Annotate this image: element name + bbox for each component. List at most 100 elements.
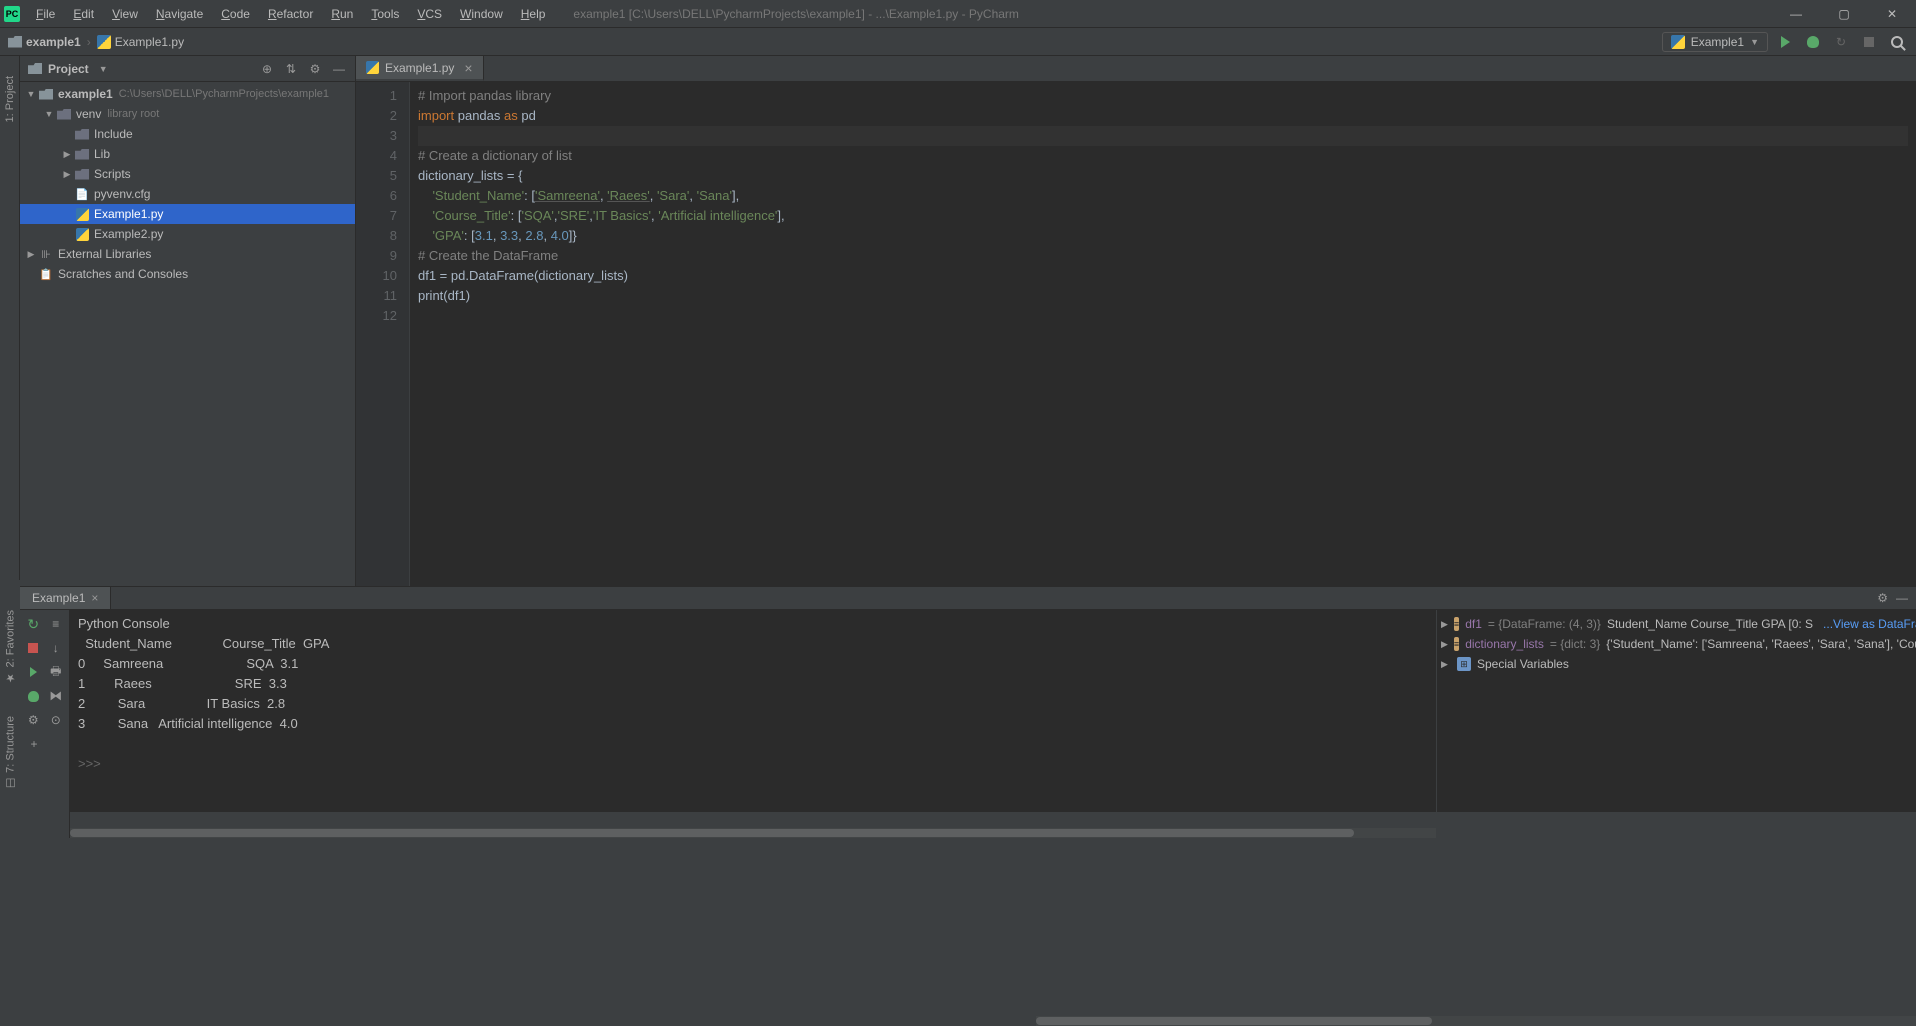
gutter[interactable]: 123456789101112 xyxy=(356,82,410,586)
hide-button[interactable]: — xyxy=(1896,591,1908,605)
project-panel-title: Project xyxy=(48,62,89,76)
code-content[interactable]: # Import pandas libraryimport pandas as … xyxy=(410,82,1916,586)
expand-arrow-icon[interactable]: ▼ xyxy=(42,109,56,119)
tree-file-example2-py[interactable]: Example2.py xyxy=(20,224,355,244)
maximize-button[interactable]: ▢ xyxy=(1824,0,1864,28)
menu-refactor[interactable]: Refactor xyxy=(260,3,321,25)
variable-dictionary-lists[interactable]: ▶ ≡ dictionary_lists = {dict: 3} {'Stude… xyxy=(1441,634,1912,654)
run-config-selector[interactable]: Example1 ▼ xyxy=(1662,32,1768,52)
editor-tab[interactable]: Example1.py × xyxy=(356,56,484,81)
menu-tools[interactable]: Tools xyxy=(363,3,407,25)
variable-special[interactable]: ▶ ⊞ Special Variables xyxy=(1441,654,1912,674)
run-button[interactable] xyxy=(1774,31,1796,53)
view-as-dataframe-link[interactable]: ...View as DataFrame xyxy=(1823,617,1916,631)
close-tab-button[interactable]: × xyxy=(464,60,472,76)
variable-name: df1 xyxy=(1465,617,1482,631)
settings-button[interactable]: ⚙ xyxy=(1877,591,1888,605)
tree-file-example1-py[interactable]: Example1.py xyxy=(20,204,355,224)
tree-label: venv xyxy=(76,107,101,121)
menu-help[interactable]: Help xyxy=(513,3,554,25)
tree-item-pyvenv-cfg[interactable]: 📄 pyvenv.cfg xyxy=(20,184,355,204)
menu-window[interactable]: Window xyxy=(452,3,511,25)
console-tab[interactable]: Example1 × xyxy=(20,587,111,609)
stop-button[interactable] xyxy=(24,638,43,658)
close-button[interactable]: ✕ xyxy=(1872,0,1912,28)
editor-area: Example1.py × 123456789101112 # Import p… xyxy=(356,56,1916,586)
structure-tool-button[interactable]: ◫7: Structure xyxy=(4,716,17,790)
show-variables-button[interactable]: ⧓ xyxy=(47,686,66,706)
folder-icon xyxy=(39,89,53,100)
minimize-button[interactable]: — xyxy=(1776,0,1816,28)
project-tree[interactable]: ▼ example1 C:\Users\DELL\PycharmProjects… xyxy=(20,82,355,586)
rerun-button[interactable]: ↻ xyxy=(24,614,43,634)
tree-item-include[interactable]: Include xyxy=(20,124,355,144)
coverage-button[interactable]: ↻ xyxy=(1830,31,1852,53)
settings-button[interactable]: ⚙ xyxy=(307,61,323,77)
tree-label-extra: library root xyxy=(107,108,159,120)
menu-vcs[interactable]: VCS xyxy=(409,3,450,25)
menu-view[interactable]: View xyxy=(104,3,146,25)
expand-arrow-icon[interactable]: ▶ xyxy=(1441,659,1451,670)
menu-file[interactable]: File xyxy=(28,3,63,25)
variable-value: Student_Name Course_Title GPA [0: S xyxy=(1607,617,1813,631)
breadcrumb-file[interactable]: Example1.py xyxy=(115,35,184,49)
expand-arrow-icon[interactable]: ▶ xyxy=(60,149,74,160)
stop-icon xyxy=(28,643,38,653)
locate-button[interactable]: ⊕ xyxy=(259,61,275,77)
run-button[interactable] xyxy=(24,662,43,682)
settings-button[interactable]: ⚙ xyxy=(24,710,43,730)
project-tool-button[interactable]: 1: Project xyxy=(4,76,16,122)
scroll-to-end-button[interactable]: ↓ xyxy=(47,638,66,658)
attach-debugger-button[interactable] xyxy=(24,686,43,706)
toggle-soft-wrap-button[interactable]: ≡ xyxy=(47,614,66,634)
hide-button[interactable]: — xyxy=(331,61,347,77)
expand-arrow-icon[interactable]: ▶ xyxy=(1441,619,1448,630)
expand-arrow-icon[interactable]: ▼ xyxy=(24,89,38,99)
python-file-icon xyxy=(97,35,111,49)
new-console-button[interactable]: + xyxy=(24,734,44,754)
project-panel: Project ▼ ⊕ ⇅ ⚙ — ▼ example1 C:\Users\DE… xyxy=(20,56,356,586)
menubar: FileEditViewNavigateCodeRefactorRunTools… xyxy=(28,3,553,25)
python-icon xyxy=(1671,35,1685,49)
menu-edit[interactable]: Edit xyxy=(65,3,102,25)
menu-code[interactable]: Code xyxy=(213,3,258,25)
variable-df1[interactable]: ▶ ≡ df1 = {DataFrame: (4, 3)} Student_Na… xyxy=(1441,614,1912,634)
tree-scratches[interactable]: 📋 Scratches and Consoles xyxy=(20,264,355,284)
close-tab-button[interactable]: × xyxy=(91,591,98,605)
titlebar: PC FileEditViewNavigateCodeRefactorRunTo… xyxy=(0,0,1916,28)
tree-project-root[interactable]: ▼ example1 C:\Users\DELL\PycharmProjects… xyxy=(20,84,355,104)
tree-item-lib[interactable]: ▶ Lib xyxy=(20,144,355,164)
project-panel-header: Project ▼ ⊕ ⇅ ⚙ — xyxy=(20,56,355,82)
tree-label: Example2.py xyxy=(94,227,163,241)
menu-navigate[interactable]: Navigate xyxy=(148,3,211,25)
breadcrumb-project[interactable]: example1 xyxy=(26,35,81,49)
expand-arrow-icon[interactable]: ▶ xyxy=(60,169,74,180)
variables-panel[interactable]: ▶ ≡ df1 = {DataFrame: (4, 3)} Student_Na… xyxy=(1436,610,1916,838)
folder-icon xyxy=(57,109,71,120)
tree-venv[interactable]: ▼ venv library root xyxy=(20,104,355,124)
editor-tabs: Example1.py × xyxy=(356,56,1916,82)
search-icon xyxy=(1891,36,1903,48)
chevron-down-icon[interactable]: ▼ xyxy=(99,64,108,74)
search-everywhere-button[interactable] xyxy=(1886,31,1908,53)
print-button[interactable]: 🖶 xyxy=(47,662,66,682)
favorites-tool-button[interactable]: ★2: Favorites xyxy=(4,610,17,684)
left-bottom-strip: ★2: Favorites ◫7: Structure xyxy=(0,580,20,810)
expand-arrow-icon[interactable]: ▶ xyxy=(1441,639,1448,650)
tree-item-scripts[interactable]: ▶ Scripts xyxy=(20,164,355,184)
tree-external-libraries[interactable]: ▶ ⊪ External Libraries xyxy=(20,244,355,264)
stop-button[interactable] xyxy=(1858,31,1880,53)
console-output[interactable]: Python Console Student_Name Course_Title… xyxy=(70,610,1436,838)
window-title: example1 [C:\Users\DELL\PycharmProjects\… xyxy=(573,7,1019,21)
horizontal-scrollbar[interactable] xyxy=(70,828,1436,838)
code-editor[interactable]: 123456789101112 # Import pandas libraryi… xyxy=(356,82,1916,586)
expand-arrow-icon[interactable]: ▶ xyxy=(24,249,38,260)
tree-label: Scripts xyxy=(94,167,131,181)
debug-button[interactable] xyxy=(1802,31,1824,53)
console-toolbar: ↻ ≡ ↓ 🖶 ⧓ ⚙ ⊙ + xyxy=(20,610,70,838)
breadcrumb-separator: › xyxy=(87,35,91,49)
history-button[interactable]: ⊙ xyxy=(47,710,66,730)
menu-run[interactable]: Run xyxy=(323,3,361,25)
expand-button[interactable]: ⇅ xyxy=(283,61,299,77)
breadcrumb[interactable]: example1 › Example1.py xyxy=(8,35,184,49)
